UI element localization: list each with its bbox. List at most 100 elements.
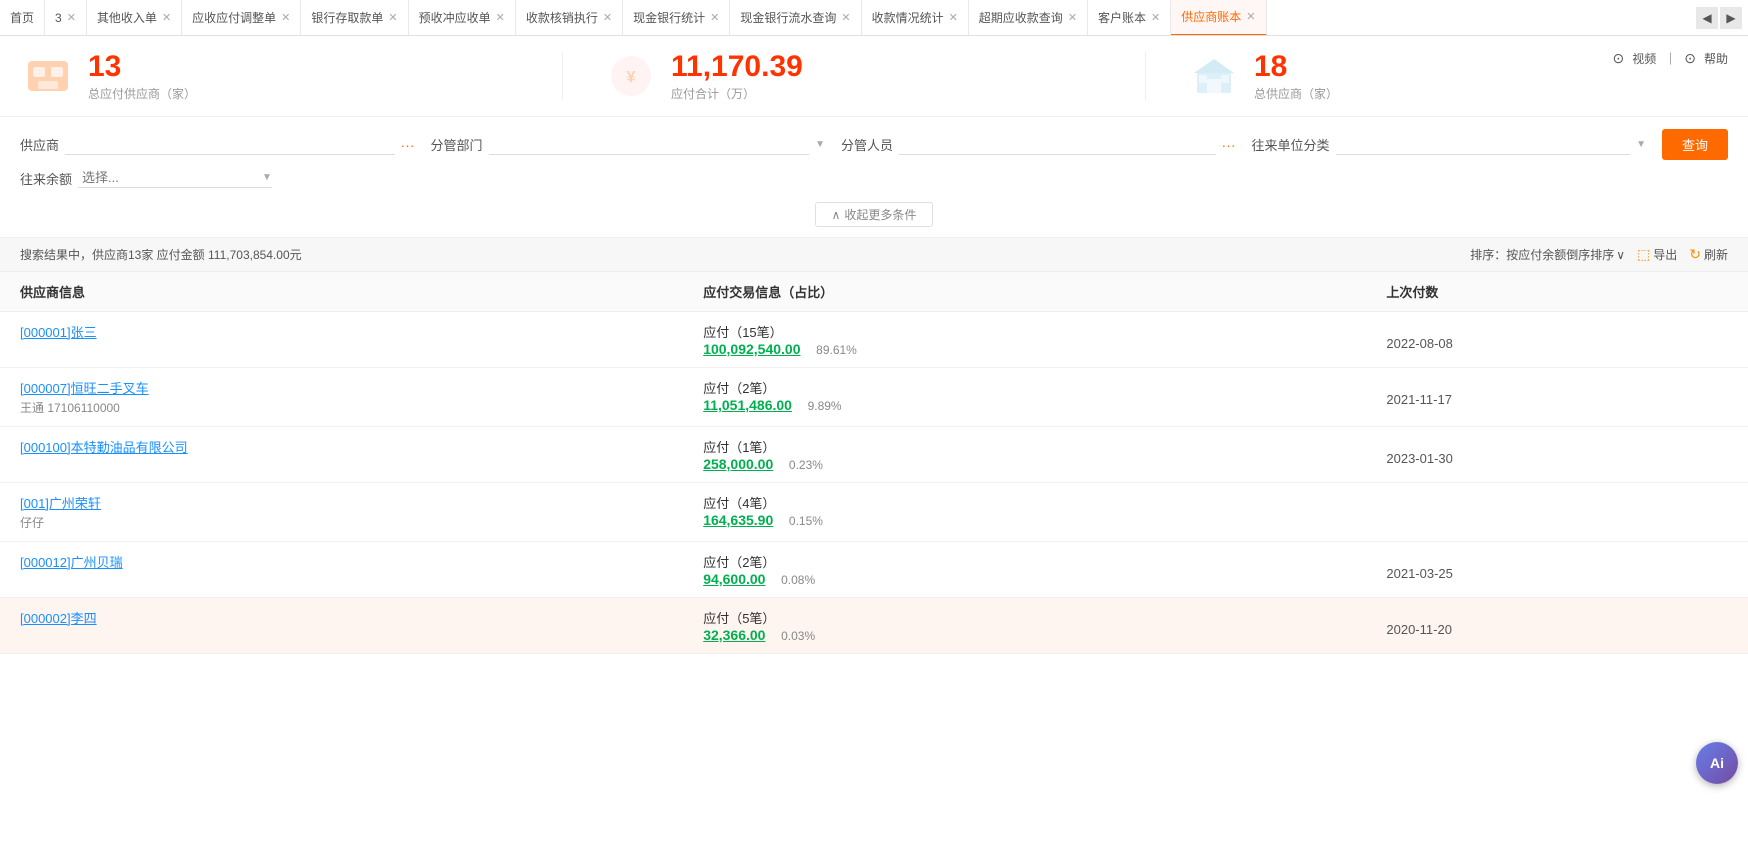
table-row: [000100]本特勤油品有限公司 应付（1笔） 258,000.00 0.23… [0, 427, 1748, 483]
help-icon: ⊙ [1684, 50, 1696, 67]
nav-tab-t2[interactable]: 其他收入单 ✕ [87, 0, 182, 36]
supplier-link-3[interactable]: [001]广州荣轩 [20, 496, 101, 511]
collapse-label: 收起更多条件 [844, 206, 916, 223]
person-filter-dots[interactable]: ··· [1222, 137, 1236, 153]
table-row: [000012]广州贝瑞 应付（2笔） 94,600.00 0.08% 2021… [0, 542, 1748, 598]
balance-filter-input[interactable] [78, 168, 262, 187]
store-icon [1186, 48, 1242, 104]
tx-percent-1: 9.89% [808, 399, 842, 413]
table-row: [001]广州荣轩 仔仔 应付（4笔） 164,635.90 0.15% [0, 483, 1748, 542]
transaction-info-1: 应付（2笔） 11,051,486.00 9.89% [703, 378, 1386, 413]
collapse-button[interactable]: ∧ 收起更多条件 [815, 202, 934, 227]
supplier-link-0[interactable]: [000001]张三 [20, 325, 97, 340]
last-pay-0: 2022-08-08 [1386, 322, 1728, 351]
person-filter-label: 分管人员 [841, 135, 893, 154]
supplier-link-1[interactable]: [000007]恒旺二手叉车 [20, 381, 149, 396]
summary-divider-2 [1145, 51, 1146, 101]
nav-tab-t4-close[interactable]: ✕ [388, 11, 397, 24]
tx-amount-5[interactable]: 32,366.00 [703, 627, 765, 643]
filter-balance: 往来余额 ▼ [20, 168, 300, 188]
collapse-bar: ∧ 收起更多条件 [20, 196, 1728, 229]
refresh-button[interactable]: ↻ 刷新 [1689, 246, 1728, 263]
export-button[interactable]: ⬚ 导出 [1637, 246, 1677, 263]
table-body: [000001]张三 应付（15笔） 100,092,540.00 89.61%… [0, 312, 1748, 846]
supplier-filter-input[interactable] [65, 135, 394, 155]
nav-tab-home[interactable]: 首页 [0, 0, 45, 36]
nav-tab-t9-close[interactable]: ✕ [949, 11, 958, 24]
nav-tab-t12-close[interactable]: ✕ [1246, 10, 1255, 23]
tx-label-1: 应付（2笔） [703, 378, 1386, 397]
supplier-link-2[interactable]: [000100]本特勤油品有限公司 [20, 440, 188, 455]
table-header: 供应商信息 应付交易信息（占比） 上次付数 [0, 272, 1748, 312]
sort-link[interactable]: 排序：按应付余额倒序排序 ∨ [1470, 246, 1625, 263]
tx-label-2: 应付（1笔） [703, 437, 1386, 456]
nav-tab-t1[interactable]: 3 ✕ [45, 0, 87, 36]
nav-tab-t3-close[interactable]: ✕ [281, 11, 290, 24]
nav-prev-button[interactable]: ◀ [1696, 7, 1718, 29]
balance-filter-label: 往来余额 [20, 169, 72, 188]
transaction-info-5: 应付（5笔） 32,366.00 0.03% [703, 608, 1386, 643]
person-filter-input[interactable] [899, 135, 1215, 155]
nav-tab-t5[interactable]: 预收冲应收单 ✕ [409, 0, 516, 36]
tx-percent-5: 0.03% [781, 629, 815, 643]
nav-tab-t4[interactable]: 银行存取款单 ✕ [301, 0, 408, 36]
table-row: [000002]李四 应付（5笔） 32,366.00 0.03% 2020-1… [0, 598, 1748, 654]
nav-tab-t10-close[interactable]: ✕ [1068, 11, 1077, 24]
nav-tab-t1-close[interactable]: ✕ [67, 11, 76, 24]
nav-tab-t9[interactable]: 收款情况统计 ✕ [862, 0, 969, 36]
tx-percent-2: 0.23% [789, 458, 823, 472]
dept-dropdown-icon[interactable]: ▼ [815, 139, 825, 150]
nav-tab-t8[interactable]: 现金银行流水查询 ✕ [730, 0, 861, 36]
tx-label-0: 应付（15笔） [703, 322, 1386, 341]
supplier-link-4[interactable]: [000012]广州贝瑞 [20, 555, 123, 570]
tx-amount-2[interactable]: 258,000.00 [703, 456, 773, 472]
tx-label-4: 应付（2笔） [703, 552, 1386, 571]
nav-tab-t5-close[interactable]: ✕ [496, 11, 505, 24]
nav-next-button[interactable]: ▶ [1720, 7, 1742, 29]
tx-label-3: 应付（4笔） [703, 493, 1386, 512]
nav-tab-t3[interactable]: 应收应付调整单 ✕ [182, 0, 301, 36]
tx-amount-0[interactable]: 100,092,540.00 [703, 341, 800, 357]
tx-amount-4[interactable]: 94,600.00 [703, 571, 765, 587]
tx-amount-3[interactable]: 164,635.90 [703, 512, 773, 528]
nav-tab-t6[interactable]: 收款核销执行 ✕ [516, 0, 623, 36]
nav-arrows: ◀ ▶ [1688, 7, 1748, 29]
nav-tab-t6-close[interactable]: ✕ [603, 11, 612, 24]
export-label: 导出 [1653, 246, 1677, 263]
filter-row-2: 往来余额 ▼ [20, 168, 300, 188]
last-pay-5: 2020-11-20 [1386, 608, 1728, 637]
refresh-icon: ↻ [1689, 246, 1701, 263]
category-filter-input[interactable] [1336, 135, 1631, 155]
summary-bar: 13 总应付供应商（家） ¥ 11,170.39 应付合计（万） [0, 36, 1748, 117]
nav-tab-t10[interactable]: 超期应收款查询 ✕ [969, 0, 1088, 36]
supplier-filter-label: 供应商 [20, 135, 59, 154]
sort-arrow-icon: ∨ [1616, 248, 1625, 262]
nav-tab-t7-close[interactable]: ✕ [710, 11, 719, 24]
nav-tab-t2-close[interactable]: ✕ [162, 11, 171, 24]
dept-filter-input[interactable] [489, 135, 810, 155]
nav-tab-t7[interactable]: 现金银行统计 ✕ [623, 0, 730, 36]
nav-tab-t8-close[interactable]: ✕ [841, 11, 850, 24]
supplier-info-5: [000002]李四 [20, 608, 703, 627]
tx-percent-4: 0.08% [781, 573, 815, 587]
nav-tab-t7-label: 现金银行统计 [633, 9, 705, 26]
supplier-info-4: [000012]广州贝瑞 [20, 552, 703, 571]
nav-tab-t11[interactable]: 客户账本 ✕ [1088, 0, 1171, 36]
help-link[interactable]: 帮助 [1704, 50, 1728, 67]
supplier-link-5[interactable]: [000002]李四 [20, 611, 97, 626]
balance-dropdown-icon[interactable]: ▼ [262, 172, 272, 183]
ai-badge[interactable]: Ai [1696, 742, 1738, 784]
total-supplier-count: 18 [1254, 50, 1338, 83]
nav-tab-t1-label: 3 [55, 11, 62, 25]
category-dropdown-icon[interactable]: ▼ [1636, 139, 1646, 150]
supplier-filter-dots[interactable]: ··· [401, 137, 415, 153]
tx-amount-1[interactable]: 11,051,486.00 [703, 397, 792, 413]
video-link[interactable]: 视频 [1632, 50, 1656, 67]
query-button[interactable]: 查询 [1662, 129, 1728, 160]
nav-tab-t11-close[interactable]: ✕ [1151, 11, 1160, 24]
table-row: [000007]恒旺二手叉车 王通 17106110000 应付（2笔） 11,… [0, 368, 1748, 427]
nav-tab-t12[interactable]: 供应商账本 ✕ [1171, 0, 1266, 36]
svg-text:¥: ¥ [627, 69, 636, 86]
nav-tab-t8-label: 现金银行流水查询 [740, 9, 836, 26]
nav-tab-t11-label: 客户账本 [1098, 9, 1146, 26]
